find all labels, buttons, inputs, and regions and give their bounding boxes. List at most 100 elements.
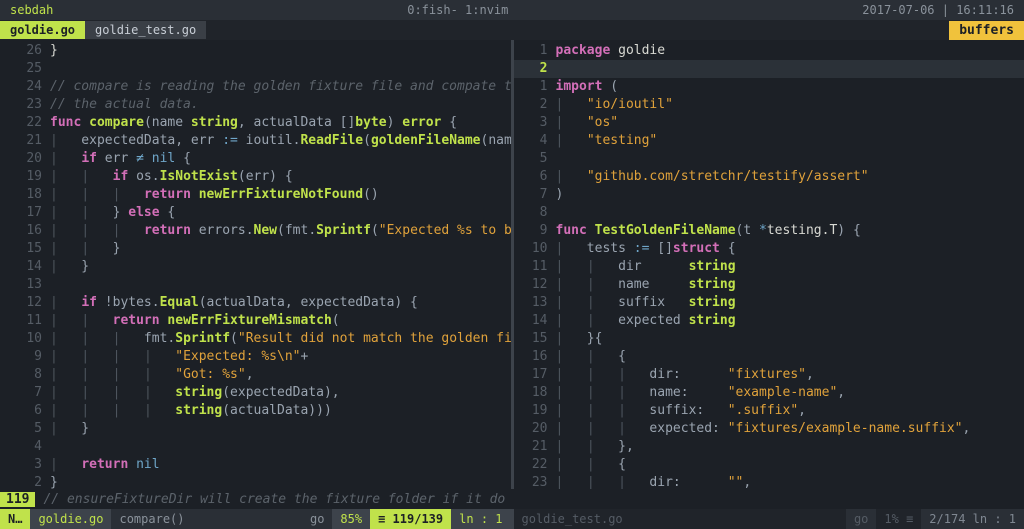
code-text[interactable]: | | | | string(actualData))) [50, 402, 511, 420]
code-line[interactable]: 18| | | name: "example-name", [514, 384, 1024, 402]
code-line[interactable]: 15| }{ [514, 330, 1024, 348]
code-line[interactable]: 8| | | | "Got: %s", [0, 366, 511, 384]
code-line[interactable]: 11| | dir string [514, 258, 1024, 276]
code-line[interactable]: 11| | return newErrFixtureMismatch( [0, 312, 511, 330]
code-line[interactable]: 19| | | suffix: ".suffix", [514, 402, 1024, 420]
code-line[interactable]: 23| | | dir: "", [514, 474, 1024, 489]
code-line[interactable]: 25 [0, 60, 511, 78]
code-line[interactable]: 16| | { [514, 348, 1024, 366]
code-text[interactable]: // compare is reading the golden fixture… [50, 78, 511, 96]
left-code[interactable]: 26}2524// compare is reading the golden … [0, 40, 511, 489]
code-line[interactable]: 7| | | | string(expectedData), [0, 384, 511, 402]
code-text[interactable]: | "github.com/stretchr/testify/assert" [556, 168, 1024, 186]
code-text[interactable] [556, 60, 1024, 78]
code-line[interactable]: 26} [0, 42, 511, 60]
code-text[interactable] [556, 204, 1024, 222]
code-text[interactable]: | tests := []struct { [556, 240, 1024, 258]
code-line[interactable]: 12| if !bytes.Equal(actualData, expected… [0, 294, 511, 312]
code-text[interactable]: | expectedData, err := ioutil.ReadFile(g… [50, 132, 511, 150]
code-text[interactable]: | } [50, 258, 511, 276]
code-line[interactable]: 7) [514, 186, 1024, 204]
code-text[interactable]: | | return newErrFixtureMismatch( [50, 312, 511, 330]
code-text[interactable]: // the actual data. [50, 96, 511, 114]
code-line[interactable]: 17| | | dir: "fixtures", [514, 366, 1024, 384]
code-line[interactable]: 10| tests := []struct { [514, 240, 1024, 258]
code-line[interactable]: 3| return nil [0, 456, 511, 474]
code-line[interactable]: 14| } [0, 258, 511, 276]
code-text[interactable]: | | | | "Expected: %s\n"+ [50, 348, 511, 366]
code-text[interactable]: | | | name: "example-name", [556, 384, 1024, 402]
code-text[interactable]: | "os" [556, 114, 1024, 132]
code-text[interactable]: | } [50, 420, 511, 438]
code-text[interactable]: | return nil [50, 456, 511, 474]
code-text[interactable] [556, 150, 1024, 168]
code-text[interactable]: | if !bytes.Equal(actualData, expectedDa… [50, 294, 511, 312]
code-text[interactable]: | | | expected: "fixtures/example-name.s… [556, 420, 1024, 438]
code-text[interactable]: | | | dir: "fixtures", [556, 366, 1024, 384]
code-line[interactable]: 21| expectedData, err := ioutil.ReadFile… [0, 132, 511, 150]
code-text[interactable]: | | name string [556, 276, 1024, 294]
code-text[interactable]: func compare(name string, actualData []b… [50, 114, 511, 132]
code-line[interactable]: 4 [0, 438, 511, 456]
code-line[interactable]: 6| | | | string(actualData))) [0, 402, 511, 420]
code-text[interactable]: | | suffix string [556, 294, 1024, 312]
code-text[interactable]: | }{ [556, 330, 1024, 348]
code-text[interactable]: | | | dir: "", [556, 474, 1024, 489]
code-text[interactable]: | | | return errors.New(fmt.Sprintf("Exp… [50, 222, 511, 240]
right-code[interactable]: 1package goldie21import (2| "io/ioutil"3… [514, 40, 1024, 489]
code-line[interactable]: 5| } [0, 420, 511, 438]
buffers-label[interactable]: buffers [949, 21, 1024, 40]
code-line[interactable]: 6| "github.com/stretchr/testify/assert" [514, 168, 1024, 186]
code-text[interactable]: import ( [556, 78, 1024, 96]
code-line[interactable]: 2} [0, 474, 511, 489]
code-text[interactable]: | if err ≠ nil { [50, 150, 511, 168]
code-line[interactable]: 5 [514, 150, 1024, 168]
code-line[interactable]: 24// compare is reading the golden fixtu… [0, 78, 511, 96]
code-line[interactable]: 9| | | | "Expected: %s\n"+ [0, 348, 511, 366]
left-pane[interactable]: 26}2524// compare is reading the golden … [0, 40, 511, 489]
code-line[interactable]: 10| | | fmt.Sprintf("Result did not matc… [0, 330, 511, 348]
code-line[interactable]: 12| | name string [514, 276, 1024, 294]
code-text[interactable]: | | { [556, 456, 1024, 474]
code-line[interactable]: 1package goldie [514, 42, 1024, 60]
code-line[interactable]: 3| "os" [514, 114, 1024, 132]
tab-goldie-go[interactable]: goldie.go [0, 21, 85, 39]
code-text[interactable]: } [50, 42, 511, 60]
tab-goldie-test-go[interactable]: goldie_test.go [85, 21, 206, 39]
code-text[interactable] [50, 60, 511, 78]
code-text[interactable]: | "testing" [556, 132, 1024, 150]
code-text[interactable]: package goldie [556, 42, 1024, 60]
code-line[interactable]: 20| | | expected: "fixtures/example-name… [514, 420, 1024, 438]
code-text[interactable] [50, 438, 511, 456]
code-line[interactable]: 4| "testing" [514, 132, 1024, 150]
command-line[interactable]: 119 // ensureFixtureDir will create the … [0, 489, 1024, 509]
code-line[interactable]: 13 [0, 276, 511, 294]
code-line[interactable]: 20| if err ≠ nil { [0, 150, 511, 168]
tmux-windows[interactable]: 0:fish- 1:nvim [63, 3, 852, 17]
code-line[interactable]: 8 [514, 204, 1024, 222]
code-text[interactable] [50, 276, 511, 294]
code-text[interactable]: | | | | string(expectedData), [50, 384, 511, 402]
code-line[interactable]: 2| "io/ioutil" [514, 96, 1024, 114]
code-text[interactable]: } [50, 474, 511, 489]
code-text[interactable]: | | { [556, 348, 1024, 366]
code-text[interactable]: | | if os.IsNotExist(err) { [50, 168, 511, 186]
code-text[interactable]: | | | return newErrFixtureNotFound() [50, 186, 511, 204]
code-text[interactable]: | | | fmt.Sprintf("Result did not match … [50, 330, 511, 348]
code-line[interactable]: 9func TestGoldenFileName(t *testing.T) { [514, 222, 1024, 240]
code-line[interactable]: 13| | suffix string [514, 294, 1024, 312]
right-pane[interactable]: 1package goldie21import (2| "io/ioutil"3… [511, 40, 1024, 489]
code-line[interactable]: 16| | | return errors.New(fmt.Sprintf("E… [0, 222, 511, 240]
code-line[interactable]: 14| | expected string [514, 312, 1024, 330]
code-text[interactable]: ) [556, 186, 1024, 204]
code-line[interactable]: 18| | | return newErrFixtureNotFound() [0, 186, 511, 204]
code-text[interactable]: | "io/ioutil" [556, 96, 1024, 114]
code-text[interactable]: func TestGoldenFileName(t *testing.T) { [556, 222, 1024, 240]
code-text[interactable]: | | } else { [50, 204, 511, 222]
code-line[interactable]: 19| | if os.IsNotExist(err) { [0, 168, 511, 186]
code-text[interactable]: | | | suffix: ".suffix", [556, 402, 1024, 420]
code-text[interactable]: | | dir string [556, 258, 1024, 276]
code-line[interactable]: 15| | } [0, 240, 511, 258]
code-text[interactable]: | | }, [556, 438, 1024, 456]
code-line[interactable]: 2 [514, 60, 1024, 78]
